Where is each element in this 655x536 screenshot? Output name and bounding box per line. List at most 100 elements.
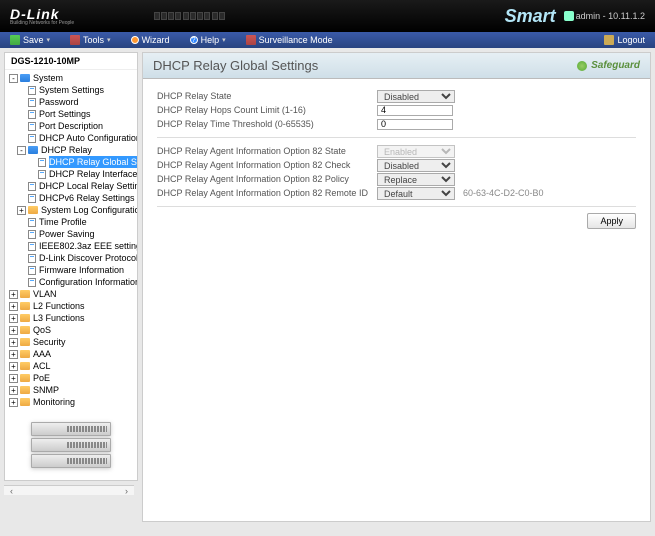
tree-firmware[interactable]: Firmware Information <box>7 264 135 276</box>
label-opt82-policy: DHCP Relay Agent Information Option 82 P… <box>157 174 377 184</box>
tree-dlink-discover[interactable]: D-Link Discover Protocol <box>7 252 135 264</box>
tree-dhcp-relay-iface[interactable]: DHCP Relay Interface Sett <box>7 168 135 180</box>
folder-icon <box>20 362 30 370</box>
select-opt82-remote[interactable]: Default <box>377 187 455 200</box>
page-icon <box>28 218 36 227</box>
folder-icon <box>20 302 30 310</box>
select-opt82-check[interactable]: Disabled <box>377 159 455 172</box>
tree-snmp[interactable]: +SNMP <box>7 384 135 396</box>
scroll-right-icon[interactable]: › <box>125 486 128 495</box>
wizard-button[interactable]: Wizard <box>131 35 170 45</box>
tools-menu[interactable]: Tools▾ <box>70 35 111 45</box>
folder-icon <box>20 314 30 322</box>
expand-icon[interactable]: + <box>9 374 18 383</box>
sidebar-scroll: ‹ › <box>4 485 134 495</box>
page-icon <box>38 158 46 167</box>
input-hops[interactable] <box>377 105 453 116</box>
folder-icon <box>20 374 30 382</box>
collapse-icon[interactable]: - <box>9 74 18 83</box>
tree-l2[interactable]: +L2 Functions <box>7 300 135 312</box>
tree-monitoring[interactable]: +Monitoring <box>7 396 135 408</box>
scroll-left-icon[interactable]: ‹ <box>10 486 13 495</box>
tree-security[interactable]: +Security <box>7 336 135 348</box>
save-menu[interactable]: Save▾ <box>10 35 50 45</box>
expand-icon[interactable]: + <box>9 302 18 311</box>
nav-sidebar: DGS-1210-10MP -System System Settings Pa… <box>4 52 138 481</box>
expand-icon[interactable]: + <box>9 338 18 347</box>
folder-icon <box>20 386 30 394</box>
logout-button[interactable]: Logout <box>604 35 645 45</box>
logo-tagline: Building Networks for People <box>10 21 74 26</box>
label-opt82-remote: DHCP Relay Agent Information Option 82 R… <box>157 188 377 198</box>
expand-icon[interactable]: + <box>17 206 26 215</box>
safeguard-icon <box>577 61 587 71</box>
tree-ieee-eee[interactable]: IEEE802.3az EEE settings <box>7 240 135 252</box>
tree-qos[interactable]: +QoS <box>7 324 135 336</box>
tree-password[interactable]: Password <box>7 96 135 108</box>
collapse-icon[interactable]: - <box>17 146 26 155</box>
wizard-icon <box>131 36 139 44</box>
expand-icon[interactable]: + <box>9 398 18 407</box>
tree-time-profile[interactable]: Time Profile <box>7 216 135 228</box>
tree-dhcp-relay[interactable]: -DHCP Relay <box>7 144 135 156</box>
safeguard-label: Safeguard <box>591 60 640 71</box>
expand-icon[interactable]: + <box>9 350 18 359</box>
folder-icon <box>20 398 30 406</box>
surveillance-button[interactable]: Surveillance Mode <box>246 35 333 45</box>
expand-icon[interactable]: + <box>9 290 18 299</box>
tree-syslog[interactable]: +System Log Configuration <box>7 204 135 216</box>
nav-tree: -System System Settings Password Port Se… <box>5 70 137 410</box>
tree-aaa[interactable]: +AAA <box>7 348 135 360</box>
tree-vlan[interactable]: +VLAN <box>7 288 135 300</box>
page-icon <box>28 134 36 143</box>
tree-dhcpv6-relay[interactable]: DHCPv6 Relay Settings <box>7 192 135 204</box>
chevron-down-icon: ▾ <box>107 36 111 44</box>
expand-icon[interactable]: + <box>9 314 18 323</box>
tree-dhcp-relay-global[interactable]: DHCP Relay Global Settings <box>7 156 135 168</box>
safeguard-badge: Safeguard <box>577 60 640 71</box>
tree-system[interactable]: -System <box>7 72 135 84</box>
tree-l3[interactable]: +L3 Functions <box>7 312 135 324</box>
page-icon <box>28 254 36 263</box>
expand-icon[interactable]: + <box>9 362 18 371</box>
tree-dhcp-auto[interactable]: DHCP Auto Configuration <box>7 132 135 144</box>
tree-port-settings[interactable]: Port Settings <box>7 108 135 120</box>
admin-info: admin - 10.11.1.2 <box>564 11 645 22</box>
folder-icon <box>20 290 30 298</box>
main-toolbar: Save▾ Tools▾ Wizard ?Help▾ Surveillance … <box>0 32 655 48</box>
surveillance-label: Surveillance Mode <box>259 35 333 45</box>
tree-port-description[interactable]: Port Description <box>7 120 135 132</box>
logo-text: D-Link <box>10 7 74 21</box>
page-icon <box>38 170 46 179</box>
expand-icon[interactable]: + <box>9 386 18 395</box>
label-relay-state: DHCP Relay State <box>157 91 377 101</box>
input-time-threshold[interactable] <box>377 119 453 130</box>
page-title: DHCP Relay Global Settings <box>153 58 318 73</box>
tree-poe[interactable]: +PoE <box>7 372 135 384</box>
help-menu[interactable]: ?Help▾ <box>190 35 226 45</box>
logout-icon <box>604 35 614 45</box>
tree-system-settings[interactable]: System Settings <box>7 84 135 96</box>
save-label: Save <box>23 35 44 45</box>
page-icon <box>28 122 36 131</box>
select-relay-state[interactable]: Disabled <box>377 90 455 103</box>
content-panel: DHCP Relay Global Settings Safeguard DHC… <box>142 52 651 522</box>
label-opt82-state: DHCP Relay Agent Information Option 82 S… <box>157 146 377 156</box>
label-hops: DHCP Relay Hops Count Limit (1-16) <box>157 105 377 115</box>
folder-icon <box>20 326 30 334</box>
remote-id-value: 60-63-4C-D2-C0-B0 <box>463 188 544 198</box>
page-icon <box>28 266 36 275</box>
tree-config-info[interactable]: Configuration Information <box>7 276 135 288</box>
page-icon <box>28 182 36 191</box>
expand-icon[interactable]: + <box>9 326 18 335</box>
folder-open-icon <box>28 146 38 154</box>
tree-power-saving[interactable]: Power Saving <box>7 228 135 240</box>
tree-dhcp-local-relay[interactable]: DHCP Local Relay Settings <box>7 180 135 192</box>
wizard-label: Wizard <box>142 35 170 45</box>
tree-acl[interactable]: +ACL <box>7 360 135 372</box>
tools-icon <box>70 35 80 45</box>
page-icon <box>28 194 36 203</box>
select-opt82-policy[interactable]: Replace <box>377 173 455 186</box>
page-icon <box>28 278 36 287</box>
apply-button[interactable]: Apply <box>587 213 636 229</box>
